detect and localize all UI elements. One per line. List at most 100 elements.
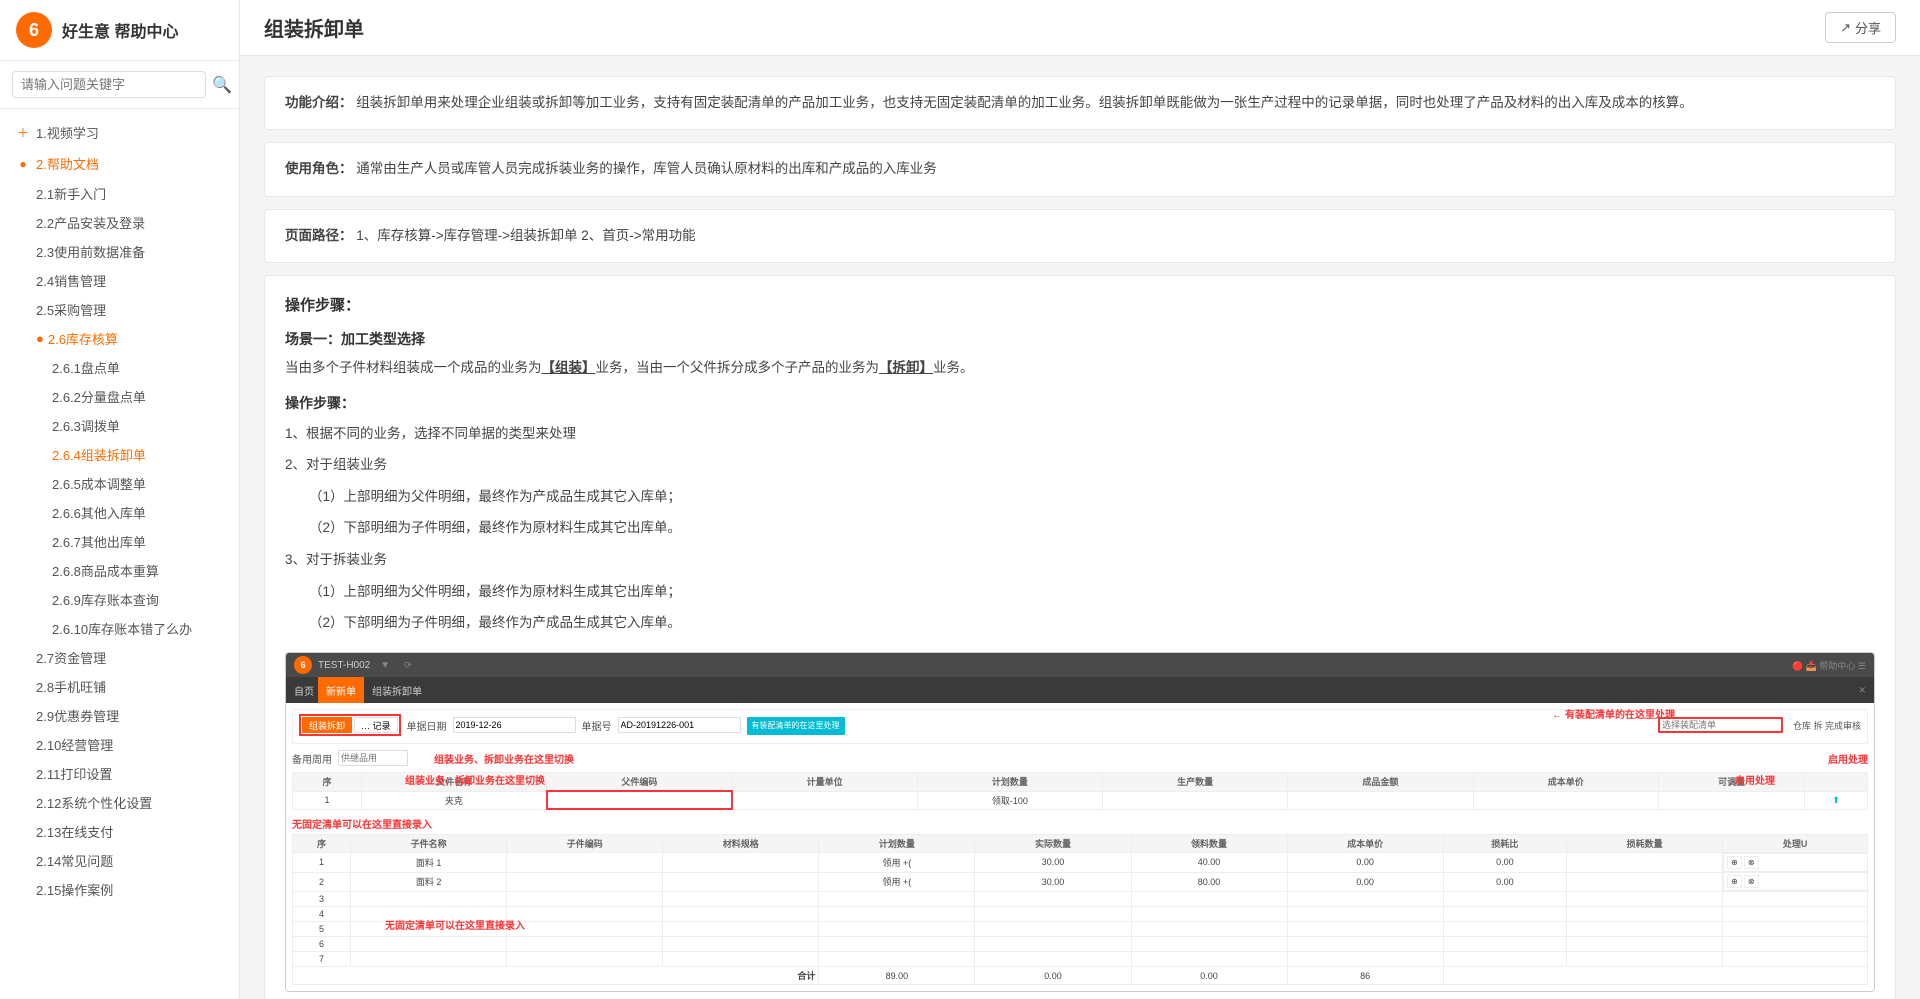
- sidebar-item-2-5[interactable]: 2.5采购管理: [0, 295, 239, 324]
- sidebar-item-2-6-6[interactable]: 2.6.6其他入库单: [0, 498, 239, 527]
- share-button[interactable]: ↗ 分享: [1825, 12, 1896, 43]
- ss-sub-row-5: 5: [293, 922, 1868, 937]
- sidebar-item-2-7[interactable]: 2.7资金管理: [0, 643, 239, 672]
- ss-nav-home[interactable]: 自页: [294, 683, 314, 698]
- ss-code-input[interactable]: [618, 717, 741, 733]
- sidebar-item-2-6-3[interactable]: 2.6.3调拨单: [0, 411, 239, 440]
- sidebar-item-2-6-7[interactable]: 2.6.7其他出库单: [0, 527, 239, 556]
- ss-parent-table-wrapper: 序 父件名称 父件编码 计量单位 计划数量 生产数量 成品金额 成本单价 可调量: [292, 772, 1868, 810]
- ss-sub-row-4: 4: [293, 907, 1868, 922]
- sidebar-item-2-6-8[interactable]: 2.6.8商品成本重算: [0, 556, 239, 585]
- role-label: 使用角色：: [285, 161, 353, 176]
- ss-total-4: 86: [1287, 967, 1443, 985]
- sidebar-item-2-10[interactable]: 2.10经营管理: [0, 730, 239, 759]
- sidebar-item-2-11[interactable]: 2.11打印设置: [0, 759, 239, 788]
- sidebar-item-2-6-10[interactable]: 2.6.10库存账本错了么办: [0, 614, 239, 643]
- main-header: 组装拆卸单 ↗ 分享: [240, 0, 1920, 56]
- ss-sub-td-cost1: 0.00: [1287, 853, 1443, 873]
- ss-work-label: 备用周用: [292, 751, 332, 766]
- sidebar-item-2-docs[interactable]: ● 2.帮助文档: [0, 148, 239, 179]
- ss-annotation-enable: 启用处理: [1828, 751, 1868, 766]
- ss-copy-icon[interactable]: ⊕: [1727, 856, 1742, 869]
- search-input[interactable]: [12, 71, 206, 98]
- sidebar-item-2-6-1[interactable]: 2.6.1盘点单: [0, 353, 239, 382]
- ss-close-icon[interactable]: ✕: [1858, 685, 1866, 696]
- ss-sub-th-cost: 成本单价: [1287, 835, 1443, 853]
- sidebar-item-2-6-2[interactable]: 2.6.2分量盘点单: [0, 382, 239, 411]
- ss-nav-active-item[interactable]: 新新单: [318, 677, 364, 703]
- ss-work-input[interactable]: [338, 750, 408, 766]
- sidebar-item-2-6-4[interactable]: 2.6.4组装拆卸单: [0, 440, 239, 469]
- sidebar-item-2-12[interactable]: 2.12系统个性化设置: [0, 788, 239, 817]
- sidebar-item-2-8[interactable]: 2.8手机旺铺: [0, 672, 239, 701]
- ss-td-adj: [1658, 791, 1805, 809]
- ss-sub-td-name1: 面料 1: [351, 853, 507, 873]
- sidebar-item-2-14[interactable]: 2.14常见问题: [0, 846, 239, 875]
- ss-nav-doc[interactable]: 组装拆卸单: [372, 683, 422, 698]
- step3-sub1: （1）上部明细为父件明细，最终作为原材料生成其它出库单；: [285, 579, 1875, 605]
- ss-tab-other[interactable]: … 记录: [354, 717, 398, 733]
- ss-th-code: 父件编码: [547, 773, 732, 792]
- ss-sub-th-handle: 处理U: [1723, 835, 1868, 853]
- ss-form-row1: 组装拆卸 … 记录 单据日期 单据号 有装配清单的在这里处理: [299, 714, 1861, 736]
- ss-td-amount: [1288, 791, 1473, 809]
- step2-sub2: （2）下部明细为子件明细，最终作为原材料生成其它出库单。: [285, 515, 1875, 541]
- search-button[interactable]: 🔍: [212, 75, 232, 95]
- ss-sub-th-actual: 实际数量: [975, 835, 1131, 853]
- sidebar-item-2-6[interactable]: ●2.6库存核算: [0, 324, 239, 353]
- ss-tab-assembly[interactable]: 组装拆卸: [302, 717, 352, 733]
- sidebar-item-2-9[interactable]: 2.9优惠券管理: [0, 701, 239, 730]
- share-icon: ↗: [1840, 20, 1851, 36]
- ss-sub-row-2: 2 面料 2 领用 +( 30.00 80.00 0.00 0.00: [293, 872, 1868, 892]
- sidebar-item-2-15[interactable]: 2.15操作案例: [0, 875, 239, 904]
- sidebar-item-2-6-5[interactable]: 2.6.5成本调整单: [0, 469, 239, 498]
- scene1-ops-title: 操作步骤：: [285, 393, 1875, 413]
- ss-td-plan: 领取-100: [917, 791, 1102, 809]
- ss-th-extra: [1805, 773, 1868, 792]
- sidebar-item-2-3[interactable]: 2.3使用前数据准备: [0, 237, 239, 266]
- ss-th-amount: 成品金额: [1288, 773, 1473, 792]
- step3-text: 3、对于拆装业务: [285, 547, 1875, 573]
- ss-td-unit: [732, 791, 917, 809]
- ss-logo: 6: [294, 656, 312, 674]
- ss-total-label: 合计: [293, 967, 819, 985]
- search-box: 🔍: [0, 61, 239, 109]
- ss-td-prod: [1103, 791, 1288, 809]
- ss-sub-th-plan: 计划数量: [819, 835, 975, 853]
- ops-section: 操作步骤： 场景一：加工类型选择 当由多个子件材料组装成一个成品的业务为【组装】…: [264, 275, 1896, 999]
- ss-sub-th-loss: 损耗比: [1443, 835, 1566, 853]
- sidebar-item-2-13[interactable]: 2.13在线支付: [0, 817, 239, 846]
- content-area: 功能介绍： 组装拆卸单用来处理企业组装或拆卸等加工业务，支持有固定装配清单的产品…: [240, 56, 1920, 999]
- ss-sub-th-seq: 序: [293, 835, 351, 853]
- sidebar-item-2-4[interactable]: 2.4销售管理: [0, 266, 239, 295]
- sidebar-item-2-6-9[interactable]: 2.6.9库存账本查询: [0, 585, 239, 614]
- ss-assembly-input[interactable]: [1658, 717, 1783, 733]
- sidebar-item-1-video[interactable]: ＋ 1.视频学习: [0, 117, 239, 148]
- sidebar-item-2-2[interactable]: 2.2产品安装及登录: [0, 208, 239, 237]
- ss-sub-td-pick1: 40.00: [1131, 853, 1287, 873]
- ss-company: TEST-H002: [318, 660, 370, 671]
- step3-sub2: （2）下部明细为子件明细，最终作为产成品生成其它入库单。: [285, 610, 1875, 636]
- ss-main-content: 组装拆卸 … 记录 单据日期 单据号 有装配清单的在这里处理: [286, 703, 1874, 991]
- logo-icon: 6: [16, 12, 52, 48]
- ss-del-icon[interactable]: ⊗: [1744, 856, 1759, 869]
- page-title: 组装拆卸单: [264, 13, 364, 42]
- ss-copy-icon-2[interactable]: ⊕: [1727, 875, 1742, 888]
- sidebar-item-2-1[interactable]: 2.1新手入门: [0, 179, 239, 208]
- ss-sub-table: 序 子件名称 子件编码 材料规格 计划数量 实际数量 领料数量 成本单价 损耗比: [292, 834, 1868, 985]
- sidebar-header: 6 好生意 帮助中心: [0, 0, 239, 61]
- ss-sub-header: 无固定清单可以在这里直接录入: [292, 816, 1868, 831]
- ss-form-header: 组装拆卸 … 记录 单据日期 单据号 有装配清单的在这里处理: [292, 709, 1868, 744]
- ss-del-icon-2[interactable]: ⊗: [1744, 875, 1759, 888]
- step2-sub1: （1）上部明细为父件明细，最终作为产成品生成其它入库单；: [285, 484, 1875, 510]
- step2-text: 2、对于组装业务: [285, 452, 1875, 478]
- ss-annotation-toggle: 组装业务、拆卸业务在这里切换: [434, 751, 574, 766]
- ss-sub-td-plan1: 领用 +(: [819, 853, 975, 873]
- path-block: 页面路径： 1、库存核算->库存管理->组装拆卸单 2、首页->常用功能: [264, 209, 1896, 263]
- scene1-title: 场景一：加工类型选择: [285, 329, 1875, 349]
- ss-date-input[interactable]: [453, 717, 576, 733]
- sidebar-label-2: 2.帮助文档: [36, 154, 99, 173]
- ss-teal-button[interactable]: 有装配清单的在这里处理: [747, 717, 845, 735]
- ss-teal-btn-wrapper: 有装配清单的在这里处理: [747, 715, 845, 735]
- ss-th-cost: 成本单价: [1473, 773, 1658, 792]
